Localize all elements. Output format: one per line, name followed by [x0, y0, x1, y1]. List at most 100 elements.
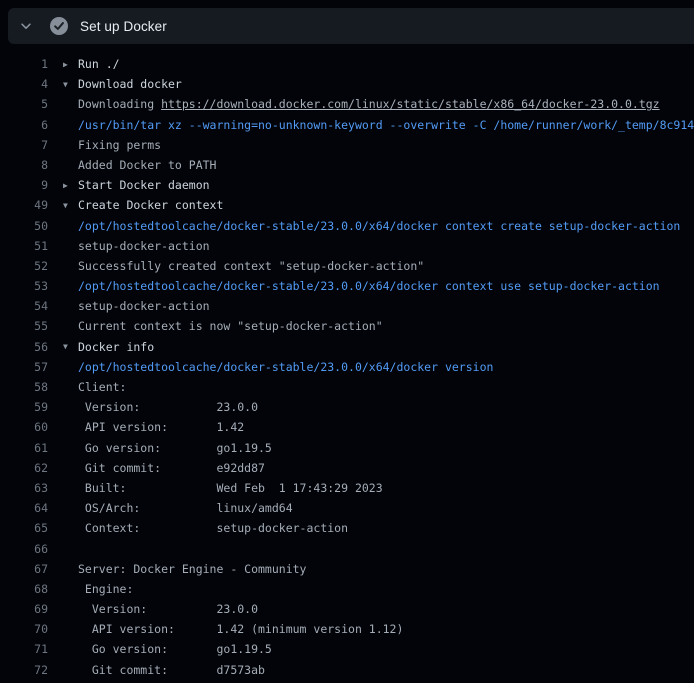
group-collapse-icon[interactable]: ▼: [63, 75, 68, 95]
log-gutter: [48, 579, 78, 599]
log-line-number[interactable]: 69: [0, 599, 48, 619]
log-line: 68 Engine:: [0, 579, 694, 599]
log-text: Go version: go1.19.5: [78, 438, 694, 458]
log-text: Client:: [78, 377, 694, 397]
group-expand-icon[interactable]: ▶: [63, 176, 68, 196]
log-line: 57/opt/hostedtoolcache/docker-stable/23.…: [0, 357, 694, 377]
log-text: /opt/hostedtoolcache/docker-stable/23.0.…: [78, 276, 694, 296]
log-line: 49 ▼ Create Docker context: [0, 195, 694, 215]
log-gutter: [48, 276, 78, 296]
log-line-number[interactable]: 7: [0, 135, 48, 155]
group-title[interactable]: Create Docker context: [78, 195, 694, 215]
group-expand-icon[interactable]: ▶: [63, 55, 68, 75]
log-line: 66: [0, 539, 694, 559]
log-line-number[interactable]: 59: [0, 397, 48, 417]
log-line-number[interactable]: 52: [0, 256, 48, 276]
log-line-number[interactable]: 70: [0, 619, 48, 639]
log-line-number[interactable]: 66: [0, 539, 48, 559]
log-line: 7 Fixing perms: [0, 135, 694, 155]
group-collapse-icon[interactable]: ▼: [63, 337, 68, 357]
log-text: API version: 1.42 (minimum version 1.12): [78, 619, 694, 639]
log-gutter: [48, 498, 78, 518]
log-line: 71 Go version: go1.19.5: [0, 639, 694, 659]
log-gutter: [48, 660, 78, 680]
group-title[interactable]: Run ./: [78, 54, 694, 74]
log-line-number[interactable]: 53: [0, 276, 48, 296]
log-gutter: [48, 417, 78, 437]
log-line: 60 API version: 1.42: [0, 417, 694, 437]
log-line-number[interactable]: 8: [0, 155, 48, 175]
log-text: Go version: go1.19.5: [78, 639, 694, 659]
log-gutter: [48, 518, 78, 538]
log-line: 9 ▶ Start Docker daemon: [0, 175, 694, 195]
group-title[interactable]: Docker info: [78, 337, 694, 357]
log-text: API version: 1.42: [78, 417, 694, 437]
log-gutter: [48, 357, 78, 377]
log-line-number[interactable]: 9: [0, 175, 48, 195]
log-line-number[interactable]: 56: [0, 337, 48, 357]
log-line-number[interactable]: 63: [0, 478, 48, 498]
group-collapse-icon[interactable]: ▼: [63, 196, 68, 216]
log-line-number[interactable]: 71: [0, 639, 48, 659]
log-line-number[interactable]: 60: [0, 417, 48, 437]
log-line: 6/usr/bin/tar xz --warning=no-unknown-ke…: [0, 115, 694, 135]
log-line-number[interactable]: 6: [0, 115, 48, 135]
log-line-number[interactable]: 72: [0, 660, 48, 680]
log-link[interactable]: https://download.docker.com/linux/static…: [161, 97, 660, 111]
log-line-number[interactable]: 58: [0, 377, 48, 397]
log-gutter: [48, 316, 78, 336]
log-gutter: [48, 619, 78, 639]
step-header[interactable]: Set up Docker: [8, 8, 694, 44]
log-line-number[interactable]: 50: [0, 216, 48, 236]
log-gutter: ▶: [48, 54, 78, 74]
log-line: 53/opt/hostedtoolcache/docker-stable/23.…: [0, 276, 694, 296]
log-text: /opt/hostedtoolcache/docker-stable/23.0.…: [78, 357, 694, 377]
log-text: Current context is now "setup-docker-act…: [78, 316, 694, 336]
log-line: 52Successfully created context "setup-do…: [0, 256, 694, 276]
log-text: Added Docker to PATH: [78, 155, 694, 175]
log-line-number[interactable]: 61: [0, 438, 48, 458]
log-line: 61 Go version: go1.19.5: [0, 438, 694, 458]
log-line-number[interactable]: 4: [0, 74, 48, 94]
log-line-number[interactable]: 54: [0, 296, 48, 316]
log-line-number[interactable]: 65: [0, 518, 48, 538]
log-gutter: ▼: [48, 74, 78, 94]
log-text: Server: Docker Engine - Community: [78, 559, 694, 579]
log-gutter: [48, 216, 78, 236]
log-line-number[interactable]: 68: [0, 579, 48, 599]
actions-log-viewer: Set up Docker 1 ▶ Run ./ 4 ▼ Download docker 5…: [0, 0, 694, 683]
log-line-number[interactable]: 5: [0, 94, 48, 114]
log-line-number[interactable]: 1: [0, 54, 48, 74]
log-line: 65 Context: setup-docker-action: [0, 518, 694, 538]
log-text: OS/Arch: linux/amd64: [78, 498, 694, 518]
log-gutter: ▼: [48, 195, 78, 215]
log-line: 50/opt/hostedtoolcache/docker-stable/23.…: [0, 216, 694, 236]
log-line-number[interactable]: 57: [0, 357, 48, 377]
log-line: 58 Client:: [0, 377, 694, 397]
log-gutter: [48, 296, 78, 316]
chevron-down-icon[interactable]: [19, 19, 33, 33]
log-text: setup-docker-action: [78, 296, 694, 316]
group-title[interactable]: Start Docker daemon: [78, 175, 694, 195]
log-line-number[interactable]: 49: [0, 195, 48, 215]
log-line: 4 ▼ Download docker: [0, 74, 694, 94]
log-line: 67 Server: Docker Engine - Community: [0, 559, 694, 579]
log-text: /opt/hostedtoolcache/docker-stable/23.0.…: [78, 216, 694, 236]
log-gutter: [48, 639, 78, 659]
log-line-number[interactable]: 62: [0, 458, 48, 478]
log-line-number[interactable]: 64: [0, 498, 48, 518]
log-line-number[interactable]: 67: [0, 559, 48, 579]
log-gutter: ▶: [48, 175, 78, 195]
log-line: 70 API version: 1.42 (minimum version 1.…: [0, 619, 694, 639]
check-circle-icon: [50, 17, 68, 35]
log-text: Built: Wed Feb 1 17:43:29 2023: [78, 478, 694, 498]
log-text: Context: setup-docker-action: [78, 518, 694, 538]
log-text: setup-docker-action: [78, 236, 694, 256]
log-text: Fixing perms: [78, 135, 694, 155]
group-title[interactable]: Download docker: [78, 74, 694, 94]
log-line-number[interactable]: 55: [0, 316, 48, 336]
log-text: Version: 23.0.0: [78, 599, 694, 619]
log-gutter: [48, 94, 78, 114]
log-line: 51 setup-docker-action: [0, 236, 694, 256]
log-line-number[interactable]: 51: [0, 236, 48, 256]
